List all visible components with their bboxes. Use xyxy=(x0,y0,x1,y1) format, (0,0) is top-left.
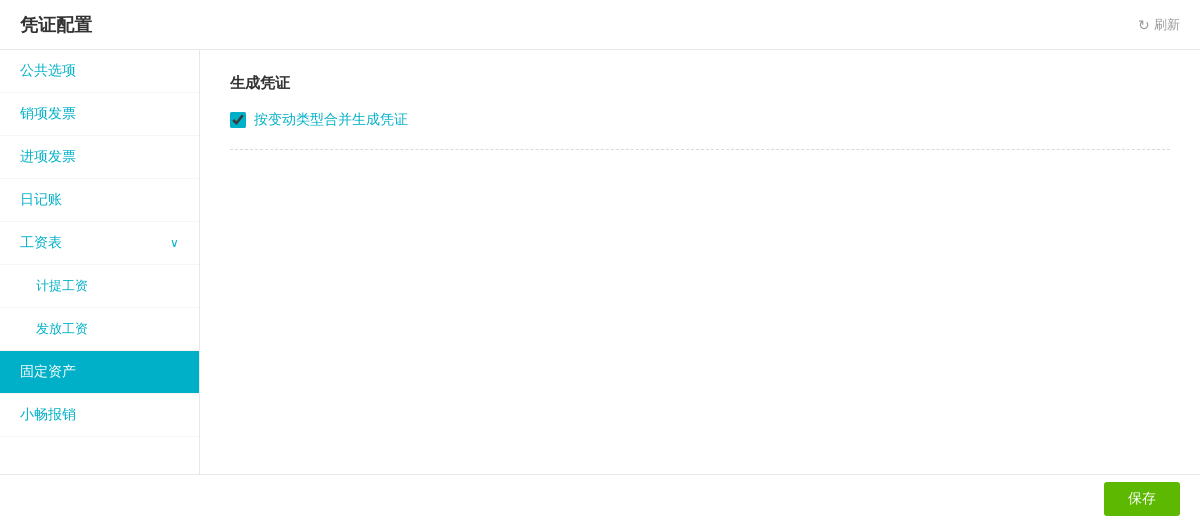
page-wrapper: 凭证配置 ↻ 刷新 公共选项 销项发票 进项发票 日记账 工资表 ∨ xyxy=(0,0,1200,522)
sidebar-item-label: 发放工资 xyxy=(36,320,88,338)
save-button[interactable]: 保存 xyxy=(1104,482,1180,516)
merge-type-label[interactable]: 按变动类型合并生成凭证 xyxy=(254,111,408,129)
main-layout: 公共选项 销项发票 进项发票 日记账 工资表 ∨ 计提工资 发放工资 固定资 xyxy=(0,50,1200,474)
sidebar-item-expense[interactable]: 小畅报销 xyxy=(0,394,199,437)
header: 凭证配置 ↻ 刷新 xyxy=(0,0,1200,50)
footer: 保存 xyxy=(0,474,1200,522)
checkbox-row: 按变动类型合并生成凭证 xyxy=(230,111,1170,129)
content-area: 生成凭证 按变动类型合并生成凭证 xyxy=(200,50,1200,474)
sidebar-item-public[interactable]: 公共选项 xyxy=(0,50,199,93)
chevron-down-icon: ∨ xyxy=(170,236,179,250)
refresh-label: 刷新 xyxy=(1154,16,1180,34)
sidebar-item-label: 日记账 xyxy=(20,191,62,209)
sidebar-item-journal[interactable]: 日记账 xyxy=(0,179,199,222)
sidebar-item-payroll[interactable]: 工资表 ∨ xyxy=(0,222,199,265)
sidebar-item-label: 进项发票 xyxy=(20,148,76,166)
sidebar-item-label: 计提工资 xyxy=(36,277,88,295)
sidebar-item-label: 固定资产 xyxy=(20,363,76,381)
sidebar-item-fixed-assets[interactable]: 固定资产 xyxy=(0,351,199,394)
sidebar-item-label: 销项发票 xyxy=(20,105,76,123)
sidebar-item-calc-salary[interactable]: 计提工资 xyxy=(0,265,199,308)
sidebar-item-label: 公共选项 xyxy=(20,62,76,80)
sidebar-item-sales-invoice[interactable]: 销项发票 xyxy=(0,93,199,136)
sidebar-item-purchase-invoice[interactable]: 进项发票 xyxy=(0,136,199,179)
merge-type-checkbox[interactable] xyxy=(230,112,246,128)
refresh-icon: ↻ xyxy=(1138,17,1150,33)
section-title: 生成凭证 xyxy=(230,74,1170,93)
sidebar-item-pay-salary[interactable]: 发放工资 xyxy=(0,308,199,351)
page-title: 凭证配置 xyxy=(20,13,92,37)
divider xyxy=(230,149,1170,150)
refresh-button[interactable]: ↻ 刷新 xyxy=(1138,16,1180,34)
sidebar-item-label: 小畅报销 xyxy=(20,406,76,424)
sidebar-item-label: 工资表 xyxy=(20,234,62,252)
sidebar: 公共选项 销项发票 进项发票 日记账 工资表 ∨ 计提工资 发放工资 固定资 xyxy=(0,50,200,474)
